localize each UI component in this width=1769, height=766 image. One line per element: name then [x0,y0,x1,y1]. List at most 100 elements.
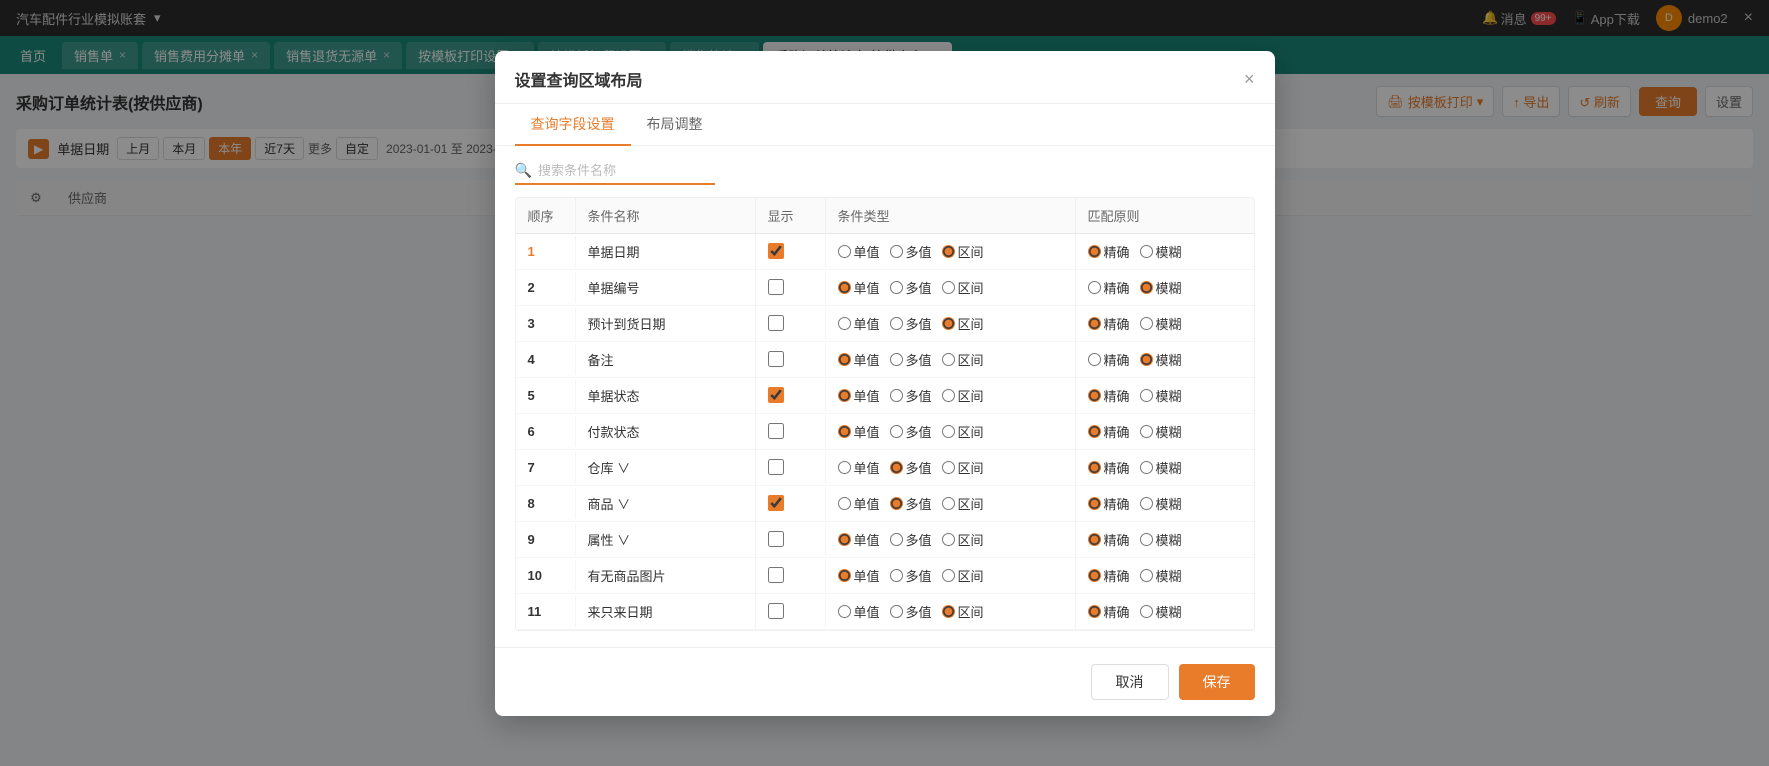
type-radio-label-5-区间[interactable]: 区间 [942,386,984,405]
match-radio-2-精确[interactable] [1088,281,1101,294]
match-radio-1-精确[interactable] [1088,245,1101,258]
type-radio-label-9-区间[interactable]: 区间 [942,530,984,549]
match-radio-label-11-精确[interactable]: 精确 [1088,602,1130,621]
type-radio-label-4-区间[interactable]: 区间 [942,350,984,369]
match-radio-label-9-精确[interactable]: 精确 [1088,530,1130,549]
type-radio-1-单值[interactable] [838,245,851,258]
type-radio-label-9-单值[interactable]: 单值 [838,530,880,549]
match-radio-label-1-模糊[interactable]: 模糊 [1140,242,1182,261]
type-radio-9-单值[interactable] [838,533,851,546]
type-radio-label-6-多值[interactable]: 多值 [890,422,932,441]
type-radio-label-2-多值[interactable]: 多值 [890,278,932,297]
show-checkbox-1[interactable] [768,243,784,259]
match-radio-label-10-模糊[interactable]: 模糊 [1140,566,1182,585]
show-checkbox-4[interactable] [768,351,784,367]
type-radio-6-单值[interactable] [838,425,851,438]
match-radio-label-10-精确[interactable]: 精确 [1088,566,1130,585]
dialog-tab-query-fields[interactable]: 查询字段设置 [515,104,631,146]
type-radio-10-多值[interactable] [890,569,903,582]
match-radio-7-精确[interactable] [1088,461,1101,474]
type-radio-3-单值[interactable] [838,317,851,330]
type-radio-7-多值[interactable] [890,461,903,474]
match-radio-10-精确[interactable] [1088,569,1101,582]
match-radio-2-模糊[interactable] [1140,281,1153,294]
type-radio-1-多值[interactable] [890,245,903,258]
match-radio-4-模糊[interactable] [1140,353,1153,366]
type-radio-label-3-区间[interactable]: 区间 [942,314,984,333]
show-checkbox-6[interactable] [768,423,784,439]
match-radio-5-精确[interactable] [1088,389,1101,402]
type-radio-label-10-区间[interactable]: 区间 [942,566,984,585]
type-radio-label-8-多值[interactable]: 多值 [890,494,932,513]
match-radio-3-模糊[interactable] [1140,317,1153,330]
match-radio-label-8-精确[interactable]: 精确 [1088,494,1130,513]
type-radio-6-多值[interactable] [890,425,903,438]
type-radio-7-区间[interactable] [942,461,955,474]
match-radio-8-模糊[interactable] [1140,497,1153,510]
type-radio-6-区间[interactable] [942,425,955,438]
type-radio-3-多值[interactable] [890,317,903,330]
type-radio-10-区间[interactable] [942,569,955,582]
type-radio-8-单值[interactable] [838,497,851,510]
match-radio-label-5-模糊[interactable]: 模糊 [1140,386,1182,405]
show-checkbox-2[interactable] [768,279,784,295]
match-radio-11-模糊[interactable] [1140,605,1153,618]
match-radio-3-精确[interactable] [1088,317,1101,330]
type-radio-11-单值[interactable] [838,605,851,618]
type-radio-label-7-多值[interactable]: 多值 [890,458,932,477]
match-radio-label-4-模糊[interactable]: 模糊 [1140,350,1182,369]
show-checkbox-3[interactable] [768,315,784,331]
type-radio-2-多值[interactable] [890,281,903,294]
match-radio-label-7-模糊[interactable]: 模糊 [1140,458,1182,477]
match-radio-label-5-精确[interactable]: 精确 [1088,386,1130,405]
type-radio-label-1-单值[interactable]: 单值 [838,242,880,261]
type-radio-label-1-多值[interactable]: 多值 [890,242,932,261]
match-radio-label-11-模糊[interactable]: 模糊 [1140,602,1182,621]
match-radio-10-模糊[interactable] [1140,569,1153,582]
search-conditions-input[interactable] [538,163,698,178]
match-radio-label-3-精确[interactable]: 精确 [1088,314,1130,333]
type-radio-label-11-区间[interactable]: 区间 [942,602,984,621]
type-radio-3-区间[interactable] [942,317,955,330]
match-radio-label-9-模糊[interactable]: 模糊 [1140,530,1182,549]
type-radio-5-多值[interactable] [890,389,903,402]
dialog-tab-layout[interactable]: 布局调整 [631,104,719,146]
match-radio-label-8-模糊[interactable]: 模糊 [1140,494,1182,513]
type-radio-label-2-区间[interactable]: 区间 [942,278,984,297]
show-checkbox-11[interactable] [768,603,784,619]
type-radio-label-10-单值[interactable]: 单值 [838,566,880,585]
type-radio-11-区间[interactable] [942,605,955,618]
type-radio-7-单值[interactable] [838,461,851,474]
type-radio-10-单值[interactable] [838,569,851,582]
cancel-button[interactable]: 取消 [1091,664,1169,700]
show-checkbox-9[interactable] [768,531,784,547]
type-radio-label-3-多值[interactable]: 多值 [890,314,932,333]
match-radio-label-2-模糊[interactable]: 模糊 [1140,278,1182,297]
type-radio-4-单值[interactable] [838,353,851,366]
show-checkbox-7[interactable] [768,459,784,475]
type-radio-5-单值[interactable] [838,389,851,402]
match-radio-label-1-精确[interactable]: 精确 [1088,242,1130,261]
type-radio-label-8-单值[interactable]: 单值 [838,494,880,513]
match-radio-6-模糊[interactable] [1140,425,1153,438]
match-radio-9-模糊[interactable] [1140,533,1153,546]
type-radio-8-多值[interactable] [890,497,903,510]
type-radio-label-1-区间[interactable]: 区间 [942,242,984,261]
type-radio-9-区间[interactable] [942,533,955,546]
type-radio-8-区间[interactable] [942,497,955,510]
type-radio-label-10-多值[interactable]: 多值 [890,566,932,585]
type-radio-1-区间[interactable] [942,245,955,258]
type-radio-4-区间[interactable] [942,353,955,366]
type-radio-9-多值[interactable] [890,533,903,546]
type-radio-label-5-多值[interactable]: 多值 [890,386,932,405]
match-radio-5-模糊[interactable] [1140,389,1153,402]
type-radio-label-3-单值[interactable]: 单值 [838,314,880,333]
dialog-close-button[interactable]: × [1244,70,1255,88]
match-radio-6-精确[interactable] [1088,425,1101,438]
type-radio-5-区间[interactable] [942,389,955,402]
type-radio-label-5-单值[interactable]: 单值 [838,386,880,405]
save-button[interactable]: 保存 [1179,664,1255,700]
match-radio-label-6-模糊[interactable]: 模糊 [1140,422,1182,441]
type-radio-label-9-多值[interactable]: 多值 [890,530,932,549]
show-checkbox-10[interactable] [768,567,784,583]
